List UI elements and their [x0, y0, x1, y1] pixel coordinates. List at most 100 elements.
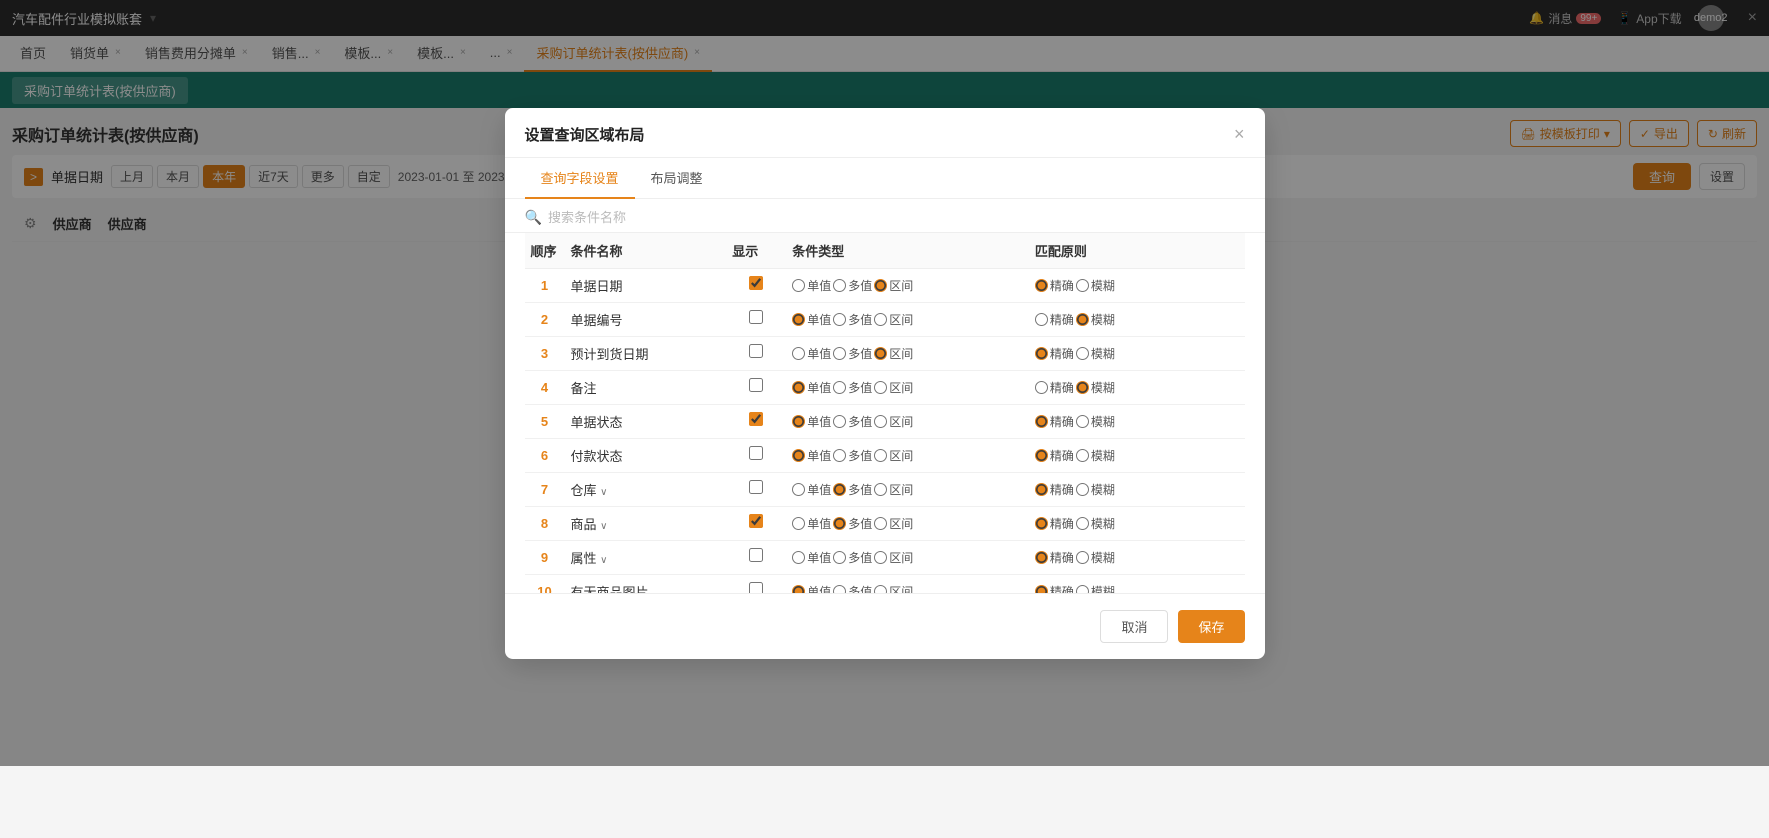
display-checkbox[interactable]: [749, 276, 763, 290]
type-radio-range[interactable]: 区间: [874, 583, 913, 593]
dialog-tab-layout[interactable]: 布局调整: [635, 158, 719, 199]
type-radio-multi[interactable]: 多值: [833, 447, 872, 464]
display-checkbox[interactable]: [749, 344, 763, 358]
match-radio-fuzzy[interactable]: 模糊: [1076, 515, 1115, 532]
display-checkbox[interactable]: [749, 582, 763, 593]
type-radio-multi[interactable]: 多值: [833, 277, 872, 294]
row-name: 单据日期: [565, 268, 727, 302]
dialog-tab-query-fields[interactable]: 查询字段设置: [525, 158, 635, 199]
type-radio-range[interactable]: 区间: [874, 311, 913, 328]
type-radio-single[interactable]: 单值: [792, 583, 831, 593]
col-match: 匹配原则: [1029, 233, 1245, 269]
type-radio-single[interactable]: 单值: [792, 515, 831, 532]
row-order: 10: [525, 574, 565, 593]
search-box: 🔍: [505, 199, 1265, 233]
display-checkbox[interactable]: [749, 548, 763, 562]
match-radio-fuzzy[interactable]: 模糊: [1076, 413, 1115, 430]
match-radio-fuzzy[interactable]: 模糊: [1076, 345, 1115, 362]
type-radio-single[interactable]: 单值: [792, 379, 831, 396]
match-radio-exact[interactable]: 精确: [1035, 447, 1074, 464]
display-checkbox[interactable]: [749, 378, 763, 392]
search-input[interactable]: [548, 210, 748, 225]
row-order: 8: [525, 506, 565, 540]
row-name: 单据编号: [565, 302, 727, 336]
row-order: 7: [525, 472, 565, 506]
row-match: 精确模糊: [1029, 574, 1245, 593]
row-display[interactable]: [726, 269, 786, 297]
match-radio-fuzzy[interactable]: 模糊: [1076, 549, 1115, 566]
match-radio-fuzzy[interactable]: 模糊: [1076, 277, 1115, 294]
row-display[interactable]: [726, 541, 786, 569]
type-radio-multi[interactable]: 多值: [833, 413, 872, 430]
type-radio-single[interactable]: 单值: [792, 311, 831, 328]
row-display[interactable]: [726, 473, 786, 501]
type-radio-multi[interactable]: 多值: [833, 583, 872, 593]
match-radio-fuzzy[interactable]: 模糊: [1076, 379, 1115, 396]
type-radio-single[interactable]: 单值: [792, 345, 831, 362]
type-radio-range[interactable]: 区间: [874, 515, 913, 532]
match-radio-exact[interactable]: 精确: [1035, 549, 1074, 566]
type-radio-range[interactable]: 区间: [874, 379, 913, 396]
row-display[interactable]: [726, 439, 786, 467]
row-type: 单值多值区间: [786, 438, 1029, 472]
display-checkbox[interactable]: [749, 446, 763, 460]
match-radio-exact[interactable]: 精确: [1035, 515, 1074, 532]
row-display[interactable]: [726, 371, 786, 399]
col-type: 条件类型: [786, 233, 1029, 269]
search-icon: 🔍: [525, 209, 542, 226]
match-radio-fuzzy[interactable]: 模糊: [1076, 583, 1115, 593]
table-row: 10有无商品图片单值多值区间精确模糊: [525, 574, 1245, 593]
match-radio-exact[interactable]: 精确: [1035, 413, 1074, 430]
dialog-close-button[interactable]: ×: [1234, 124, 1245, 145]
row-match: 精确模糊: [1029, 370, 1245, 404]
type-radio-single[interactable]: 单值: [792, 481, 831, 498]
row-type: 单值多值区间: [786, 370, 1029, 404]
type-radio-range[interactable]: 区间: [874, 345, 913, 362]
display-checkbox[interactable]: [749, 412, 763, 426]
row-display[interactable]: [726, 303, 786, 331]
type-radio-multi[interactable]: 多值: [833, 379, 872, 396]
table-row: 6付款状态单值多值区间精确模糊: [525, 438, 1245, 472]
type-radio-range[interactable]: 区间: [874, 277, 913, 294]
type-radio-single[interactable]: 单值: [792, 447, 831, 464]
settings-dialog: 设置查询区域布局 × 查询字段设置 布局调整 🔍: [505, 108, 1265, 659]
match-radio-exact[interactable]: 精确: [1035, 379, 1074, 396]
display-checkbox[interactable]: [749, 514, 763, 528]
match-radio-exact[interactable]: 精确: [1035, 583, 1074, 593]
match-radio-fuzzy[interactable]: 模糊: [1076, 311, 1115, 328]
page-area: 采购订单统计表(按供应商) 🖨 按模板打印 ▾ ✓ 导出 ↻ 刷新 > 单据日期…: [0, 108, 1769, 838]
row-order: 9: [525, 540, 565, 574]
match-radio-exact[interactable]: 精确: [1035, 481, 1074, 498]
row-order: 3: [525, 336, 565, 370]
match-radio-fuzzy[interactable]: 模糊: [1076, 481, 1115, 498]
cancel-button[interactable]: 取消: [1100, 610, 1168, 643]
display-checkbox[interactable]: [749, 480, 763, 494]
row-display[interactable]: [726, 405, 786, 433]
type-radio-single[interactable]: 单值: [792, 549, 831, 566]
display-checkbox[interactable]: [749, 310, 763, 324]
row-name: 属性 ∨: [565, 540, 727, 574]
match-radio-exact[interactable]: 精确: [1035, 277, 1074, 294]
type-radio-range[interactable]: 区间: [874, 481, 913, 498]
match-radio-exact[interactable]: 精确: [1035, 311, 1074, 328]
type-radio-multi[interactable]: 多值: [833, 345, 872, 362]
row-display[interactable]: [726, 507, 786, 535]
row-match: 精确模糊: [1029, 268, 1245, 302]
type-radio-range[interactable]: 区间: [874, 549, 913, 566]
table-row: 4备注单值多值区间精确模糊: [525, 370, 1245, 404]
match-radio-fuzzy[interactable]: 模糊: [1076, 447, 1115, 464]
match-radio-exact[interactable]: 精确: [1035, 345, 1074, 362]
row-display[interactable]: [726, 337, 786, 365]
type-radio-range[interactable]: 区间: [874, 447, 913, 464]
type-radio-multi[interactable]: 多值: [833, 311, 872, 328]
save-button[interactable]: 保存: [1178, 610, 1244, 643]
row-display[interactable]: [726, 575, 786, 593]
type-radio-multi[interactable]: 多值: [833, 515, 872, 532]
row-match: 精确模糊: [1029, 336, 1245, 370]
table-row: 7仓库 ∨单值多值区间精确模糊: [525, 472, 1245, 506]
type-radio-range[interactable]: 区间: [874, 413, 913, 430]
type-radio-single[interactable]: 单值: [792, 277, 831, 294]
type-radio-single[interactable]: 单值: [792, 413, 831, 430]
type-radio-multi[interactable]: 多值: [833, 549, 872, 566]
type-radio-multi[interactable]: 多值: [833, 481, 872, 498]
